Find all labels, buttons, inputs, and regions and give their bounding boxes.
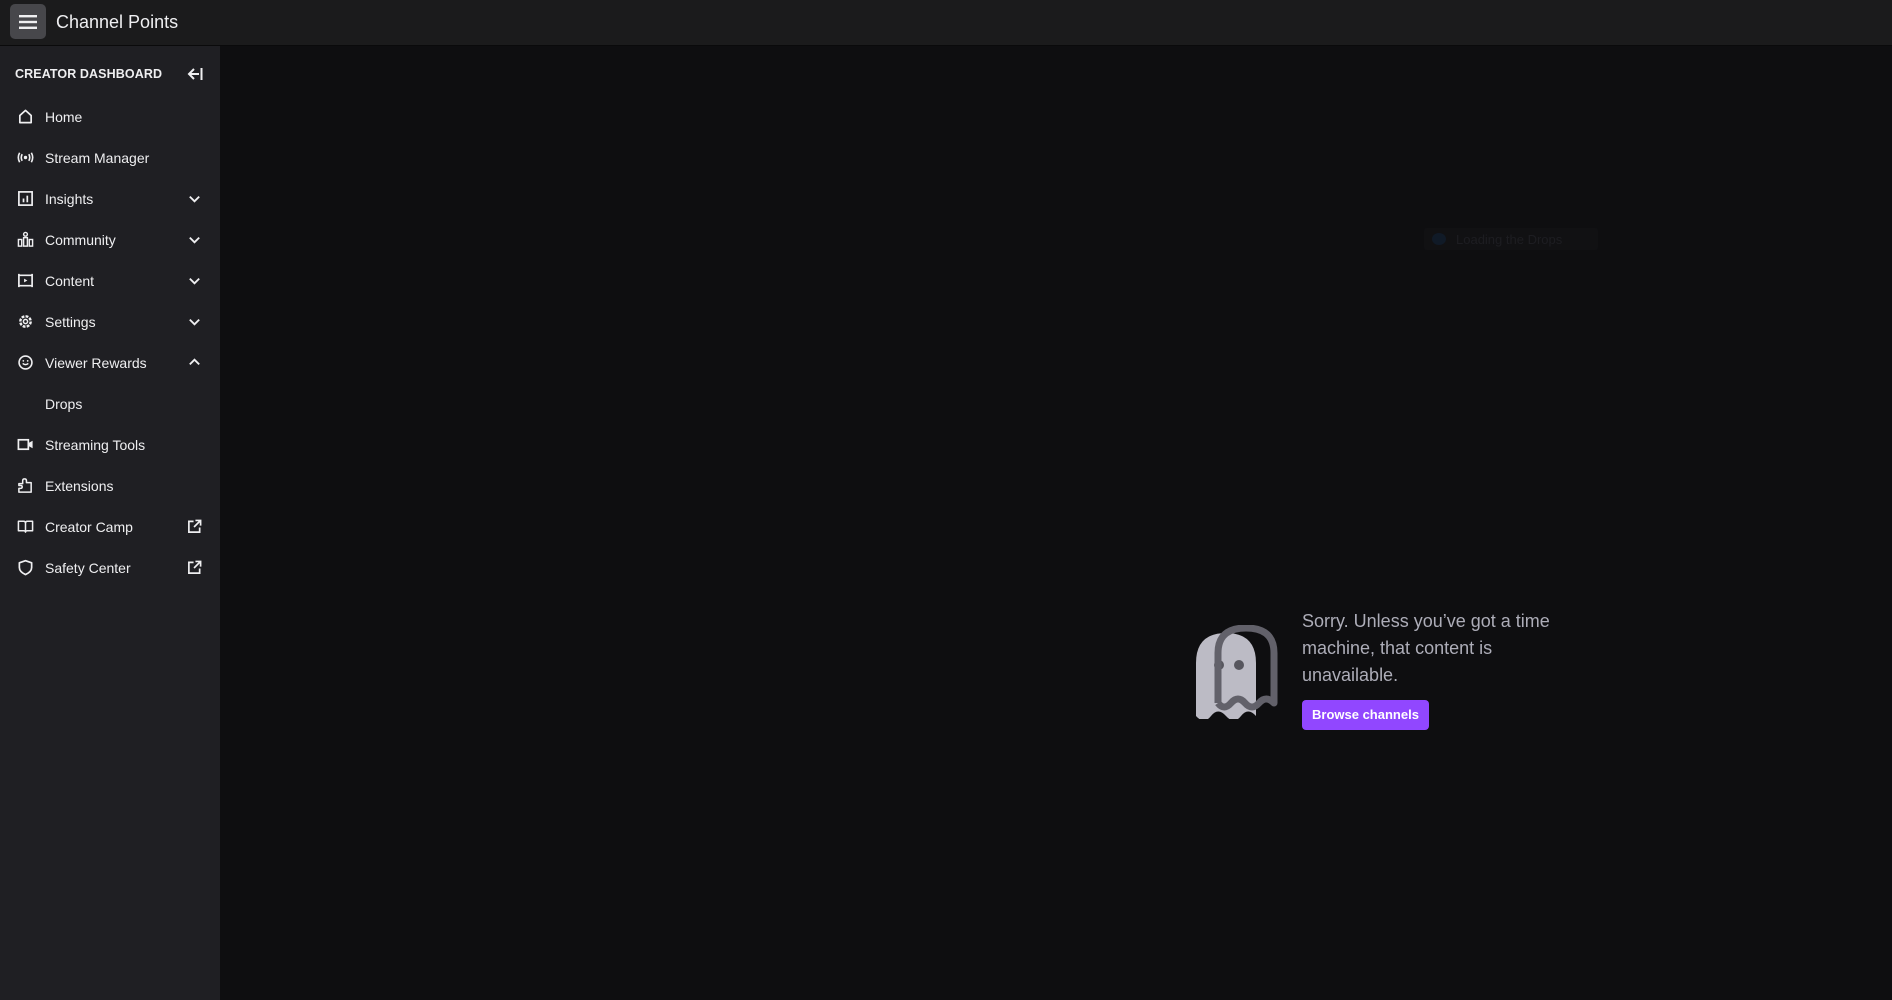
sidebar-item-community[interactable]: Community [0, 219, 220, 260]
content-unavailable: Sorry. Unless you’ve got a time machine,… [1196, 608, 1592, 730]
gear-icon [18, 315, 32, 328]
sidebar-item-insights[interactable]: Insights [0, 178, 220, 219]
sidebar-item-label: Streaming Tools [45, 436, 146, 453]
sidebar-item-label: Community [45, 231, 116, 248]
chevron-up-icon [188, 358, 200, 366]
sidebar-item-settings[interactable]: Settings [0, 301, 220, 342]
menu-button[interactable] [10, 4, 46, 39]
collapse-sidebar-button[interactable] [185, 64, 205, 84]
sidebar-item-label: Insights [45, 190, 94, 207]
loading-placeholder: Loading the Drops [1424, 228, 1598, 250]
sidebar-item-drops[interactable]: Drops [0, 383, 220, 424]
page-title: Channel Points [56, 12, 179, 32]
puzzle-icon [17, 478, 32, 493]
sidebar-item-creator-camp[interactable]: Creator Camp [0, 506, 220, 547]
rewards-icon [17, 355, 33, 370]
content-icon [17, 273, 33, 288]
browse-channels-button[interactable]: Browse channels [1302, 700, 1429, 730]
sidebar-item-label: Safety Center [45, 559, 131, 576]
top-bar: Channel Points [0, 0, 1892, 46]
sidebar-item-label: Extensions [45, 477, 114, 494]
shield-icon [18, 559, 32, 576]
ghost-icon [1196, 625, 1278, 719]
external-link-icon [187, 519, 201, 533]
sidebar-header: CREATOR DASHBOARD [15, 64, 205, 84]
error-body: Sorry. Unless you’ve got a time machine,… [1302, 608, 1592, 730]
home-icon [18, 109, 32, 124]
sidebar-item-label: Creator Camp [45, 518, 133, 535]
chevron-down-icon [188, 236, 200, 244]
sidebar-item-label: Content [45, 272, 95, 289]
camera-icon [17, 438, 33, 451]
sidebar-item-extensions[interactable]: Extensions [0, 465, 220, 506]
sidebar: CREATOR DASHBOARD Home Stream Manager In… [0, 46, 220, 1000]
sidebar-item-label: Home [45, 108, 83, 125]
sidebar-item-label: Drops [45, 395, 83, 412]
sidebar-section-label: CREATOR DASHBOARD [15, 67, 163, 81]
book-icon [17, 520, 33, 533]
chevron-down-icon [188, 277, 200, 285]
sidebar-item-label: Stream Manager [45, 149, 150, 166]
sidebar-item-home[interactable]: Home [0, 96, 220, 137]
main-content: Loading the Drops [220, 46, 1892, 1000]
loading-spinner-icon [1432, 233, 1446, 245]
error-message: Sorry. Unless you’ve got a time machine,… [1302, 611, 1550, 685]
broadcast-icon [17, 152, 33, 163]
sidebar-item-safety-center[interactable]: Safety Center [0, 547, 220, 588]
collapse-left-icon [187, 68, 203, 80]
sidebar-item-content[interactable]: Content [0, 260, 220, 301]
insights-icon [17, 191, 33, 206]
sidebar-item-label: Settings [45, 313, 96, 330]
chevron-down-icon [188, 195, 200, 203]
community-icon [17, 231, 33, 247]
hamburger-icon [19, 14, 37, 29]
loading-text: Loading the Drops [1456, 231, 1563, 247]
sidebar-item-streaming-tools[interactable]: Streaming Tools [0, 424, 220, 465]
sidebar-item-viewer-rewards[interactable]: Viewer Rewards [0, 342, 220, 383]
sidebar-item-label: Viewer Rewards [45, 354, 147, 371]
chevron-down-icon [188, 318, 200, 326]
external-link-icon [187, 560, 201, 574]
sidebar-item-stream-manager[interactable]: Stream Manager [0, 137, 220, 178]
sidebar-nav: Home Stream Manager Insights Community C… [0, 96, 220, 588]
